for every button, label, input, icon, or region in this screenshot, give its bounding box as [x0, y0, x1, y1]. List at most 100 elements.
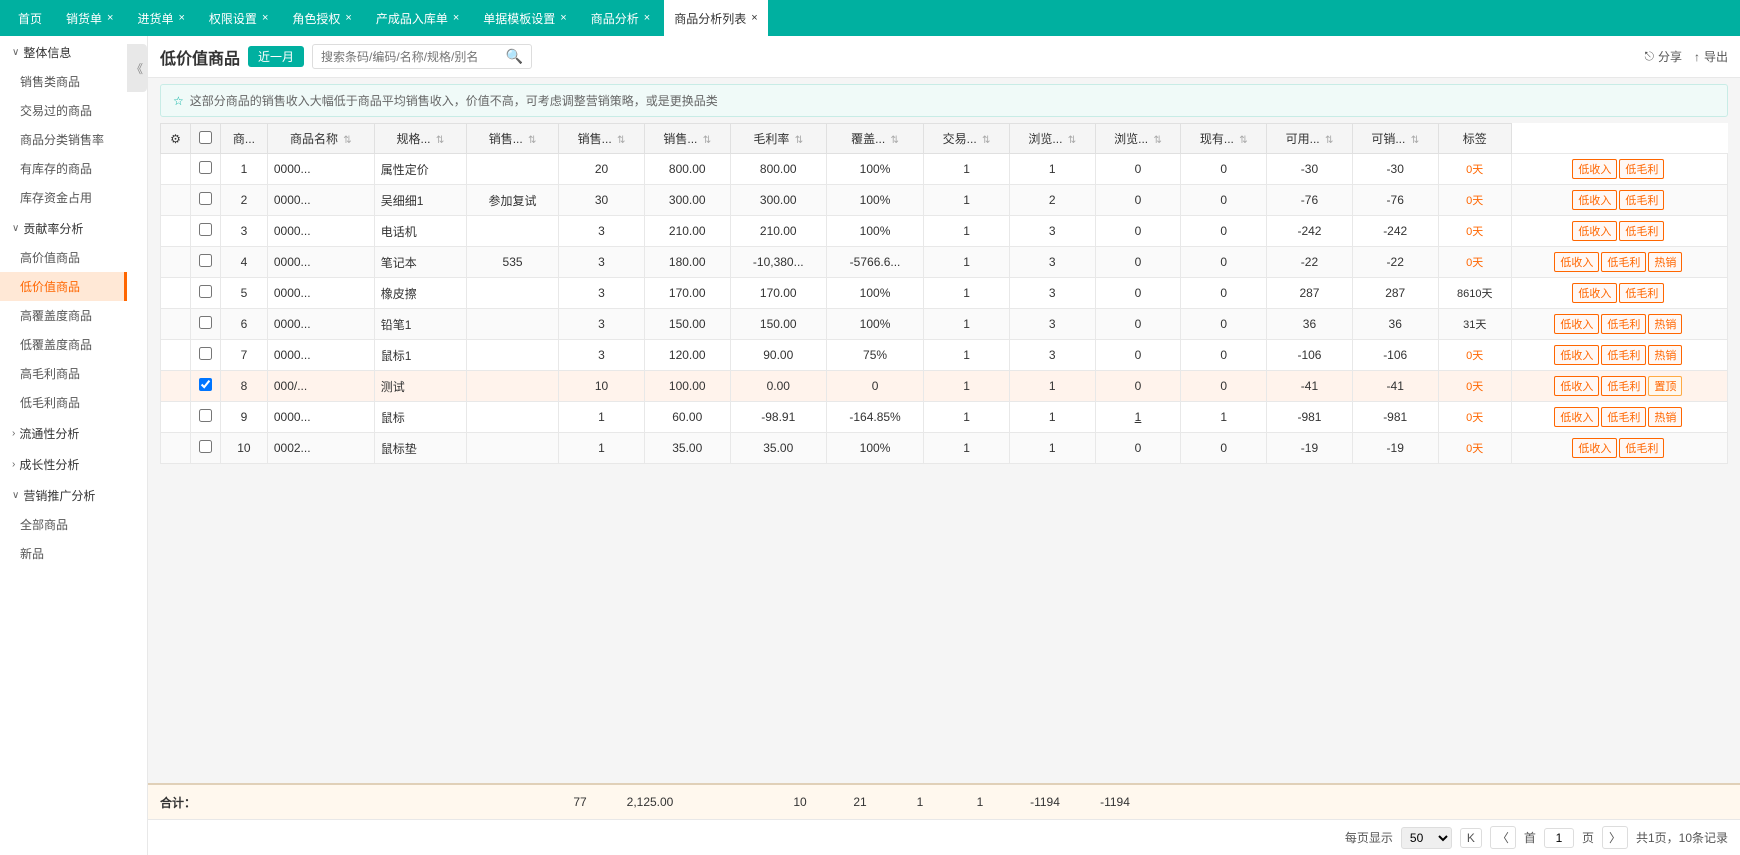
row-stock: -242: [1267, 216, 1353, 247]
row-select-checkbox[interactable]: [199, 409, 212, 422]
row-checkbox[interactable]: [191, 185, 221, 216]
row-select-checkbox[interactable]: [199, 223, 212, 236]
sidebar-group-overview[interactable]: ∨ 整体信息: [0, 36, 127, 67]
close-role[interactable]: ×: [345, 12, 351, 24]
browse-link[interactable]: 1: [1135, 410, 1142, 424]
row-checkbox[interactable]: [191, 371, 221, 402]
first-page-btn[interactable]: K: [1460, 828, 1482, 848]
row-avail: 36: [1352, 309, 1438, 340]
sidebar-item-category-rate[interactable]: 商品分类销售率: [0, 125, 127, 154]
close-sales[interactable]: ×: [107, 12, 113, 24]
row-sale2: 170.00: [730, 278, 826, 309]
nav-permission[interactable]: 权限设置 ×: [199, 0, 278, 36]
sidebar-item-in-stock[interactable]: 有库存的商品: [0, 154, 127, 183]
row-checkbox[interactable]: [191, 278, 221, 309]
close-production[interactable]: ×: [453, 12, 459, 24]
row-settings[interactable]: [161, 185, 191, 216]
page-size-select[interactable]: 50 100 200: [1401, 827, 1452, 849]
sidebar-item-inventory-fund[interactable]: 库存资金占用: [0, 183, 127, 212]
row-checkbox[interactable]: [191, 433, 221, 464]
row-select-checkbox[interactable]: [199, 347, 212, 360]
row-settings[interactable]: [161, 309, 191, 340]
sidebar-collapse-btn[interactable]: 《: [127, 44, 147, 92]
prev-page-btn[interactable]: 〈: [1490, 826, 1516, 849]
row-settings[interactable]: [161, 371, 191, 402]
close-template[interactable]: ×: [560, 12, 566, 24]
sidebar-item-high-coverage[interactable]: 高覆盖度商品: [0, 301, 127, 330]
row-select-checkbox[interactable]: [199, 192, 212, 205]
sidebar-item-low-value[interactable]: 低价值商品: [0, 272, 127, 301]
row-no: 4: [221, 247, 268, 278]
row-settings[interactable]: [161, 247, 191, 278]
table-row: 3 0000... 电话机 3 210.00 210.00 100% 1 3 0…: [161, 216, 1728, 247]
row-browse2: 0: [1181, 247, 1267, 278]
row-days: 0天: [1438, 185, 1511, 216]
sidebar-item-sales-goods[interactable]: 销售类商品: [0, 67, 127, 96]
search-input[interactable]: [321, 50, 502, 64]
nav-role[interactable]: 角色授权 ×: [282, 0, 361, 36]
sidebar-item-all-goods[interactable]: 全部商品: [0, 510, 127, 539]
row-browse2: 0: [1181, 278, 1267, 309]
row-settings[interactable]: [161, 278, 191, 309]
search-icon[interactable]: 🔍: [506, 48, 523, 65]
row-settings[interactable]: [161, 340, 191, 371]
sidebar-item-new-goods[interactable]: 新品: [0, 539, 127, 568]
next-page-btn[interactable]: 〉: [1602, 826, 1628, 849]
tag-badge: 低收入: [1554, 252, 1599, 272]
nav-purchase[interactable]: 进货单 ×: [127, 0, 194, 36]
share-button[interactable]: ⎋ 分享: [1644, 48, 1682, 65]
table-row: 10 0002... 鼠标垫 1 35.00 35.00 100% 1 1 0 …: [161, 433, 1728, 464]
tag-badge: 低毛利: [1601, 252, 1646, 272]
row-browse2: 0: [1181, 216, 1267, 247]
col-trade: 交易... ⇅: [924, 124, 1010, 154]
row-checkbox[interactable]: [191, 154, 221, 185]
nav-template[interactable]: 单据模板设置 ×: [473, 0, 576, 36]
row-select-checkbox[interactable]: [199, 440, 212, 453]
sidebar-item-high-value[interactable]: 高价值商品: [0, 243, 127, 272]
row-settings[interactable]: [161, 216, 191, 247]
sidebar-item-low-profit[interactable]: 低毛利商品: [0, 388, 127, 417]
sidebar-item-low-coverage[interactable]: 低覆盖度商品: [0, 330, 127, 359]
sidebar-item-traded[interactable]: 交易过的商品: [0, 96, 127, 125]
nav-home[interactable]: 首页: [8, 0, 52, 36]
row-select-checkbox[interactable]: [199, 285, 212, 298]
export-button[interactable]: ↑ 导出: [1694, 48, 1728, 65]
nav-analysis-list[interactable]: 商品分析列表 ×: [664, 0, 767, 36]
date-filter-button[interactable]: 近一月: [248, 46, 304, 67]
row-no: 5: [221, 278, 268, 309]
row-settings[interactable]: [161, 402, 191, 433]
sidebar-group-circulation[interactable]: › 流通性分析: [0, 417, 127, 448]
sidebar-group-contribution[interactable]: ∨ 贡献率分析: [0, 212, 127, 243]
row-select-checkbox[interactable]: [199, 161, 212, 174]
page-label: 首: [1524, 829, 1536, 846]
row-checkbox[interactable]: [191, 247, 221, 278]
close-analysis[interactable]: ×: [644, 12, 650, 24]
row-checkbox[interactable]: [191, 340, 221, 371]
select-all-checkbox[interactable]: [199, 131, 212, 144]
close-analysis-list[interactable]: ×: [751, 12, 757, 24]
row-settings[interactable]: [161, 154, 191, 185]
info-bar: ☆ 这部分商品的销售收入大幅低于商品平均销售收入，价值不高，可考虑调整营销策略，…: [160, 84, 1728, 117]
row-checkbox[interactable]: [191, 402, 221, 433]
nav-production[interactable]: 产成品入库单 ×: [366, 0, 469, 36]
close-purchase[interactable]: ×: [178, 12, 184, 24]
row-select-checkbox[interactable]: [199, 254, 212, 267]
close-permission[interactable]: ×: [262, 12, 268, 24]
row-stock: -19: [1267, 433, 1353, 464]
row-settings[interactable]: [161, 433, 191, 464]
sidebar-item-high-profit[interactable]: 高毛利商品: [0, 359, 127, 388]
col-settings[interactable]: ⚙: [161, 124, 191, 154]
page-number-input[interactable]: [1544, 828, 1574, 848]
top-nav: 首页 销货单 × 进货单 × 权限设置 × 角色授权 × 产成品入库单 × 单据…: [0, 0, 1740, 36]
sidebar-group-marketing[interactable]: ∨ 营销推广分析: [0, 479, 127, 510]
row-sale1: 100.00: [644, 371, 730, 402]
nav-sales[interactable]: 销货单 ×: [56, 0, 123, 36]
sidebar-group-growth[interactable]: › 成长性分析: [0, 448, 127, 479]
col-checkbox[interactable]: [191, 124, 221, 154]
row-select-checkbox[interactable]: [199, 316, 212, 329]
row-checkbox[interactable]: [191, 216, 221, 247]
row-checkbox[interactable]: [191, 309, 221, 340]
nav-analysis[interactable]: 商品分析 ×: [581, 0, 660, 36]
col-profit-rate: 毛利率 ⇅: [730, 124, 826, 154]
row-select-checkbox[interactable]: [199, 378, 212, 391]
